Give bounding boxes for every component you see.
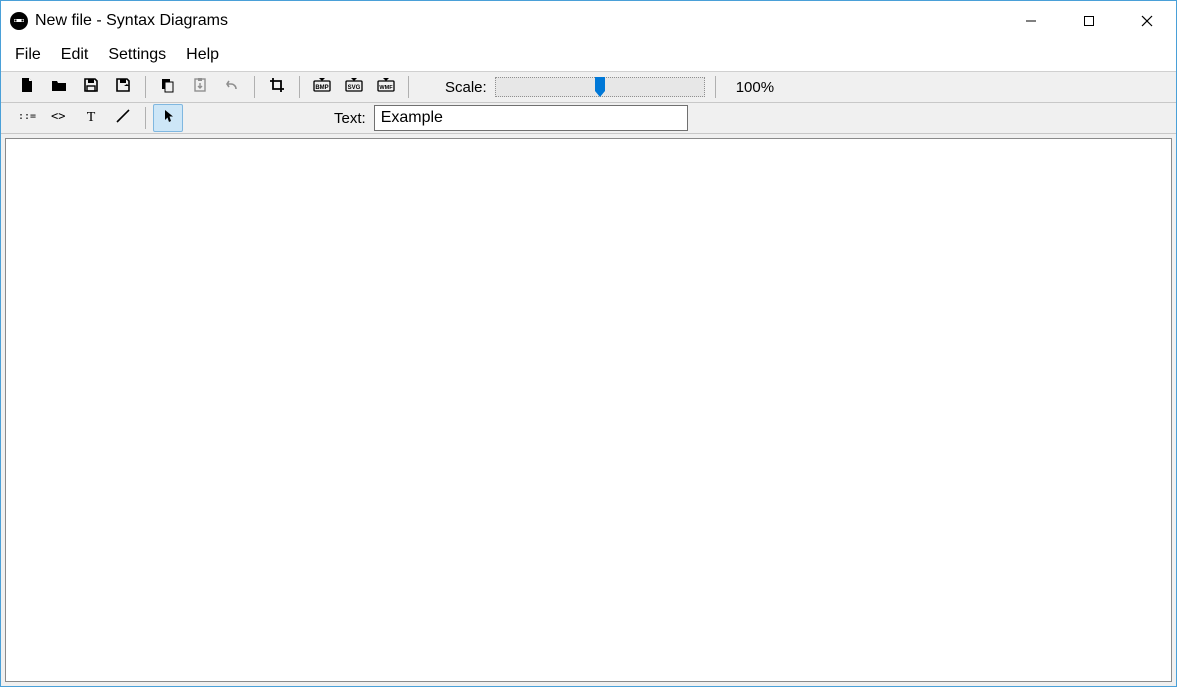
crop-button[interactable] <box>262 73 292 101</box>
toolbar-separator <box>145 107 146 129</box>
close-button[interactable] <box>1118 1 1176 41</box>
toolbar-separator <box>299 76 300 98</box>
menubar: File Edit Settings Help <box>1 41 1176 72</box>
text-input[interactable] <box>374 105 688 131</box>
toolbar-separator <box>145 76 146 98</box>
paste-icon <box>192 77 208 97</box>
copy-button[interactable] <box>153 73 183 101</box>
svg-text:BMP: BMP <box>315 85 328 91</box>
save-as-icon <box>115 77 131 97</box>
svg-text:<>: <> <box>51 109 65 123</box>
definition-tool-button[interactable]: ::= <box>12 104 42 132</box>
undo-icon <box>224 77 240 97</box>
canvas-container <box>1 134 1176 686</box>
export-wmf-icon: WMF <box>377 77 395 97</box>
titlebar: New file - Syntax Diagrams <box>1 1 1176 41</box>
diagram-canvas[interactable] <box>5 138 1172 682</box>
undo-button[interactable] <box>217 73 247 101</box>
svg-text:WMF: WMF <box>379 85 393 91</box>
paste-button[interactable] <box>185 73 215 101</box>
save-icon <box>83 77 99 97</box>
export-svg-button[interactable]: SVG <box>339 73 369 101</box>
scale-label: Scale: <box>415 79 495 96</box>
reference-tool-icon: <> <box>50 109 68 127</box>
main-toolbar: BMP SVG WMF Scale: 100% <box>1 72 1176 103</box>
new-file-button[interactable] <box>12 73 42 101</box>
line-tool-icon <box>115 108 131 128</box>
menu-file[interactable]: File <box>7 44 49 66</box>
crop-icon <box>269 77 285 97</box>
svg-text:::=: ::= <box>18 111 36 122</box>
svg-text:SVG: SVG <box>348 85 361 91</box>
svg-text:T: T <box>87 110 96 124</box>
line-tool-button[interactable] <box>108 104 138 132</box>
pointer-tool-icon <box>160 108 176 128</box>
toolbar-separator <box>408 76 409 98</box>
menu-edit[interactable]: Edit <box>53 44 97 66</box>
export-wmf-button[interactable]: WMF <box>371 73 401 101</box>
slider-thumb-icon <box>594 77 606 99</box>
window-title: New file - Syntax Diagrams <box>35 12 228 30</box>
save-as-button[interactable] <box>108 73 138 101</box>
scale-value: 100% <box>722 79 774 96</box>
new-file-icon <box>19 77 35 97</box>
toolbar-separator <box>254 76 255 98</box>
open-file-button[interactable] <box>44 73 74 101</box>
text-tool-button[interactable]: T <box>76 104 106 132</box>
export-svg-icon: SVG <box>345 77 363 97</box>
export-bmp-button[interactable]: BMP <box>307 73 337 101</box>
copy-icon <box>160 77 176 97</box>
app-window: New file - Syntax Diagrams File Edit Set… <box>0 0 1177 687</box>
reference-tool-button[interactable]: <> <box>44 104 74 132</box>
minimize-button[interactable] <box>1002 1 1060 41</box>
text-input-label: Text: <box>184 110 374 127</box>
save-button[interactable] <box>76 73 106 101</box>
export-bmp-icon: BMP <box>313 77 331 97</box>
definition-tool-icon: ::= <box>18 109 36 127</box>
tools-toolbar: ::= <> T Text: <box>1 103 1176 134</box>
toolbar-separator <box>715 76 716 98</box>
text-tool-icon: T <box>83 108 99 128</box>
open-folder-icon <box>51 77 67 97</box>
menu-help[interactable]: Help <box>178 44 227 66</box>
scale-slider[interactable] <box>495 77 705 97</box>
app-icon <box>9 11 29 31</box>
pointer-tool-button[interactable] <box>153 104 183 132</box>
maximize-button[interactable] <box>1060 1 1118 41</box>
menu-settings[interactable]: Settings <box>100 44 174 66</box>
